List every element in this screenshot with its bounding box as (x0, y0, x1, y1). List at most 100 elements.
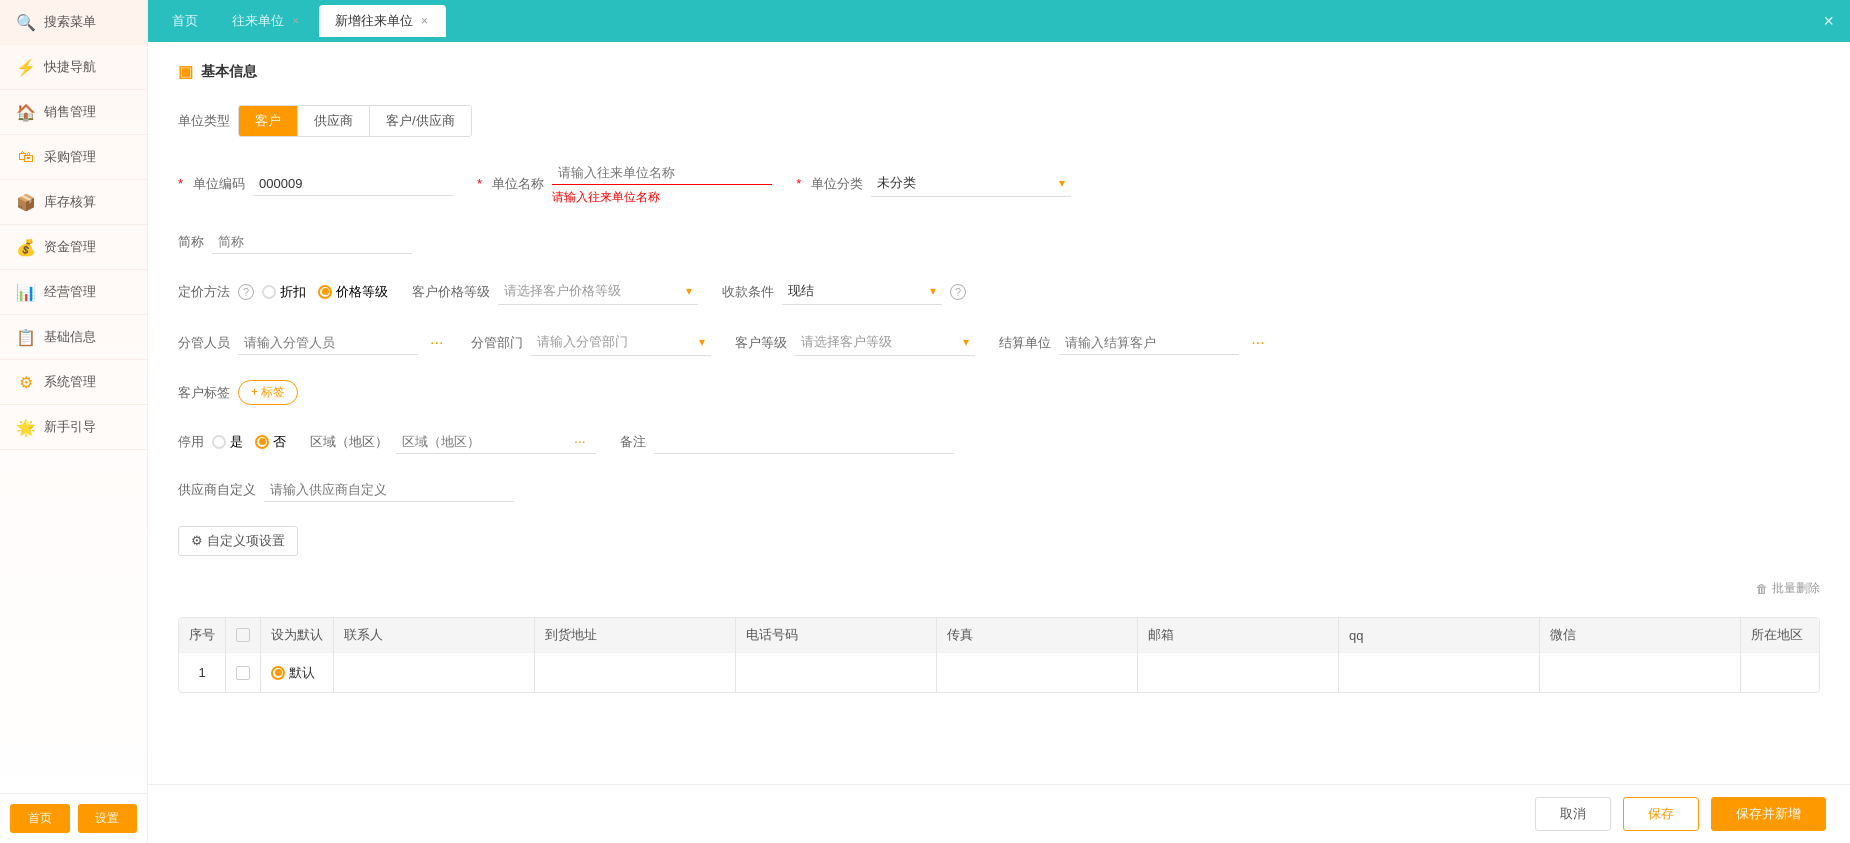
row-wechat-input[interactable] (1550, 661, 1730, 684)
supplier-custom-input[interactable] (264, 478, 514, 502)
unit-code-input[interactable] (253, 172, 453, 196)
unit-name-group: * 单位名称 请输入往来单位名称 (477, 161, 772, 206)
unit-category-value: 未分类 (877, 174, 1059, 192)
add-tag-button[interactable]: + 标签 (238, 380, 298, 405)
pricing-level-option[interactable]: 价格等级 (318, 283, 388, 301)
unit-type-label: 单位类型 (178, 112, 230, 130)
manager-input[interactable] (238, 331, 418, 355)
tab-home-label: 首页 (172, 12, 198, 30)
remark-input[interactable] (654, 430, 954, 454)
row-contact-cell[interactable] (334, 653, 535, 693)
row-default-radio[interactable] (271, 666, 285, 680)
sidebar-item-label: 库存核算 (44, 193, 96, 211)
chevron-down-icon3: ▾ (930, 284, 936, 298)
settlement-more-icon[interactable]: ··· (1247, 334, 1268, 352)
pricing-info-icon[interactable]: ? (238, 284, 254, 300)
row-email-cell[interactable] (1138, 653, 1339, 693)
row-contact-input[interactable] (344, 661, 524, 684)
payment-terms-value: 现结 (788, 282, 930, 300)
main-area: 首页 往来单位 × 新增往来单位 × × ▣ 基本信息 单位类型 客户 供应商 … (148, 0, 1850, 843)
tabs-bar: 首页 往来单位 × 新增往来单位 × × (148, 0, 1850, 42)
sidebar-item-sales[interactable]: 🏠 销售管理 (0, 90, 147, 135)
sidebar-item-operation[interactable]: 📊 经营管理 (0, 270, 147, 315)
sidebar-item-label: 基础信息 (44, 328, 96, 346)
cancel-button[interactable]: 取消 (1535, 797, 1611, 831)
row-qq-input[interactable] (1349, 661, 1529, 684)
alias-row: 简称 (178, 230, 1820, 254)
select-all-checkbox[interactable] (236, 628, 250, 642)
unit-type-customer[interactable]: 客户 (239, 106, 298, 136)
save-button[interactable]: 保存 (1623, 797, 1699, 831)
search-icon: 🔍 (16, 12, 36, 32)
sidebar: 🔍 搜索菜单 ⚡ 快捷导航 🏠 销售管理 🛍 采购管理 📦 库存核算 💰 资金管… (0, 0, 148, 843)
payment-terms-select[interactable]: 现结 ▾ (782, 278, 942, 305)
tab-new-unit-close[interactable]: × (419, 14, 430, 28)
customer-price-level-select[interactable]: 请选择客户价格等级 ▾ (498, 278, 698, 305)
unit-type-buttons: 客户 供应商 客户/供应商 (238, 105, 472, 137)
alias-input[interactable] (212, 230, 412, 254)
disabled-no-option[interactable]: 否 (255, 433, 286, 451)
sidebar-item-guide[interactable]: 🌟 新手引导 (0, 405, 147, 450)
home-footer-btn[interactable]: 首页 (10, 804, 70, 833)
pricing-discount-radio[interactable] (262, 285, 276, 299)
unit-category-select[interactable]: 未分类 ▾ (871, 170, 1071, 197)
unit-type-supplier[interactable]: 供应商 (298, 106, 370, 136)
section-title-text: 基本信息 (201, 63, 257, 81)
operation-icon: 📊 (16, 282, 36, 302)
close-all-tabs[interactable]: × (1815, 7, 1842, 36)
row-qq-cell[interactable] (1339, 653, 1540, 693)
payment-terms-group: 收款条件 现结 ▾ ? (722, 278, 966, 305)
row-phone-input[interactable] (746, 661, 926, 684)
tab-units[interactable]: 往来单位 × (216, 5, 317, 37)
sidebar-item-purchase[interactable]: 🛍 采购管理 (0, 135, 147, 180)
pricing-discount-option[interactable]: 折扣 (262, 283, 306, 301)
sidebar-item-basic[interactable]: 📋 基础信息 (0, 315, 147, 360)
department-select[interactable]: 请输入分管部门 ▾ (531, 329, 711, 356)
manager-more-icon[interactable]: ··· (426, 334, 447, 352)
sidebar-item-inventory[interactable]: 📦 库存核算 (0, 180, 147, 225)
unit-name-input[interactable] (552, 161, 772, 185)
row-wechat-cell[interactable] (1540, 653, 1741, 693)
disabled-yes-radio[interactable] (212, 435, 226, 449)
pricing-level-radio[interactable] (318, 285, 332, 299)
disabled-yes-option[interactable]: 是 (212, 433, 243, 451)
sidebar-item-search[interactable]: 🔍 搜索菜单 (0, 0, 147, 45)
row-phone-cell[interactable] (736, 653, 937, 693)
payment-info-icon[interactable]: ? (950, 284, 966, 300)
row-area-input[interactable] (1751, 661, 1820, 684)
disabled-yes-label: 是 (230, 433, 243, 451)
row-email-input[interactable] (1148, 661, 1328, 684)
customer-price-level-label: 客户价格等级 (412, 283, 490, 301)
disabled-region-row: 停用 是 否 区域（地区） ··· (178, 429, 1820, 454)
row-address-cell[interactable] (535, 653, 736, 693)
region-select[interactable]: ··· (396, 429, 596, 454)
row-address-input[interactable] (545, 661, 725, 684)
batch-delete-button[interactable]: 🗑 批量删除 (1756, 580, 1820, 597)
settlement-unit-input[interactable] (1059, 331, 1239, 355)
custom-settings-button[interactable]: ⚙ 自定义项设置 (178, 526, 298, 556)
sidebar-item-quick-nav[interactable]: ⚡ 快捷导航 (0, 45, 147, 90)
disabled-no-label: 否 (273, 433, 286, 451)
row-fax-input[interactable] (947, 661, 1127, 684)
tab-home[interactable]: 首页 (156, 5, 214, 37)
sidebar-item-system[interactable]: ⚙ 系统管理 (0, 360, 147, 405)
sidebar-item-label: 搜索菜单 (44, 13, 96, 31)
row-fax-cell[interactable] (937, 653, 1138, 693)
settings-footer-btn[interactable]: 设置 (78, 804, 138, 833)
sidebar-item-finance[interactable]: 💰 资金管理 (0, 225, 147, 270)
save-and-new-button[interactable]: 保存并新增 (1711, 797, 1826, 831)
row-area-cell[interactable] (1741, 653, 1821, 693)
unit-type-both[interactable]: 客户/供应商 (370, 106, 471, 136)
tags-label: 客户标签 (178, 384, 230, 402)
region-more-icon[interactable]: ··· (570, 433, 590, 449)
sidebar-item-label: 资金管理 (44, 238, 96, 256)
tab-new-unit[interactable]: 新增往来单位 × (319, 5, 446, 37)
unit-code-label: 单位编码 (193, 175, 245, 193)
customer-level-select[interactable]: 请选择客户等级 ▾ (795, 329, 975, 356)
unit-category-label: 单位分类 (811, 175, 863, 193)
disabled-no-radio[interactable] (255, 435, 269, 449)
row-checkbox[interactable] (236, 666, 250, 680)
sidebar-item-label: 快捷导航 (44, 58, 96, 76)
tab-units-close[interactable]: × (290, 14, 301, 28)
region-input[interactable] (402, 434, 570, 449)
